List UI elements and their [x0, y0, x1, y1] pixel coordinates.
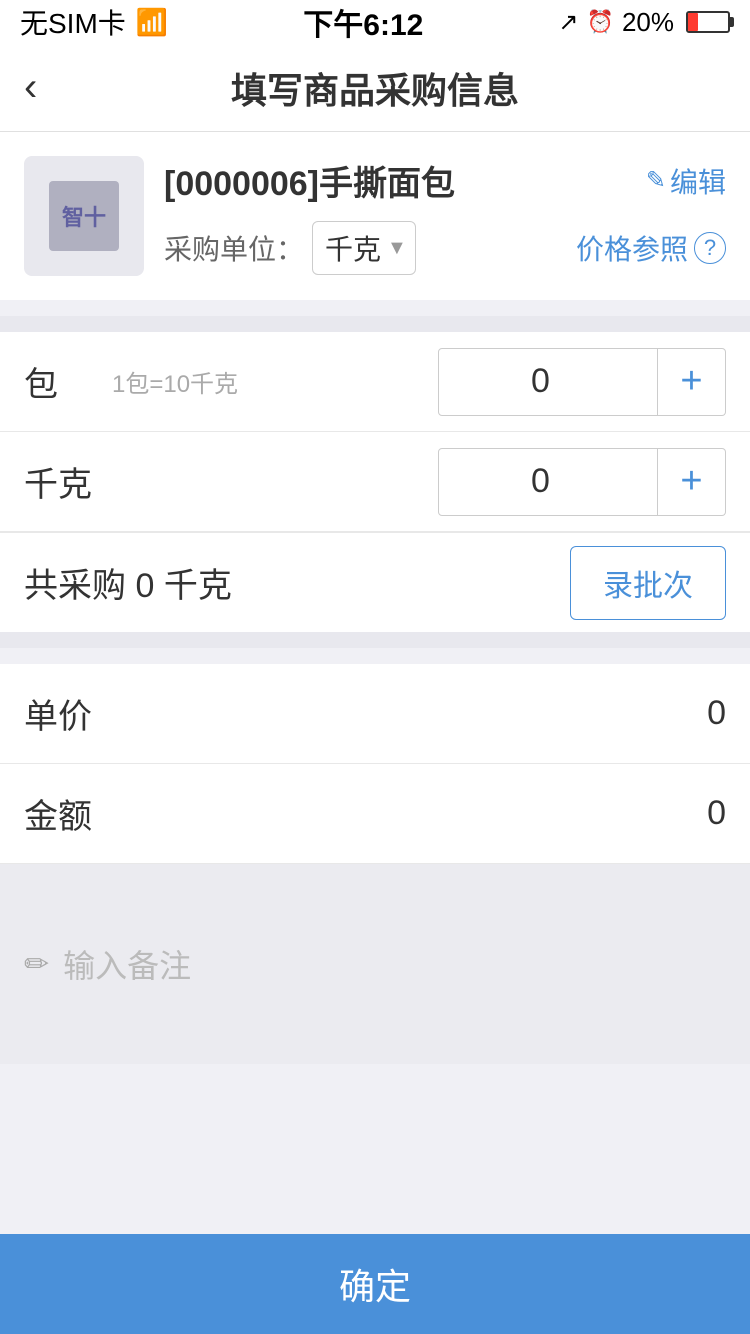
confirm-button[interactable]: 确定	[0, 1234, 750, 1334]
record-batch-button[interactable]: 录批次	[570, 546, 726, 620]
amount-label: 金额	[24, 789, 92, 838]
alarm-icon: ⏰	[587, 9, 614, 35]
status-time: 下午6:12	[303, 0, 423, 44]
kg-input-control: +	[438, 448, 726, 516]
total-text: 共采购 0 千克	[24, 558, 232, 607]
price-row: 单价 0	[0, 664, 750, 764]
unit-value: 千克	[325, 228, 381, 268]
product-thumb-text: 智十	[49, 181, 119, 251]
bag-plus-button[interactable]: +	[658, 348, 726, 416]
bag-sub-label: 1包=10千克	[112, 364, 438, 399]
unit-label: 采购单位：	[164, 228, 304, 268]
kg-input-row: 千克 +	[0, 432, 750, 532]
product-name-row: [0000006]手撕面包 ✎ 编辑	[164, 156, 726, 205]
page-title: 填写商品采购信息	[231, 62, 519, 114]
amount-row: 金额 0	[0, 764, 750, 864]
note-placeholder: 输入备注	[63, 941, 191, 987]
battery-percent: 20%	[622, 7, 674, 38]
pencil-icon: ✏	[24, 947, 49, 982]
status-right: ↗ ⏰ 20%	[558, 7, 730, 38]
unit-row: 采购单位： 千克 ▼ 价格参照 ?	[164, 221, 726, 275]
section-divider-1	[0, 316, 750, 332]
product-section: 智十 [0000006]手撕面包 ✎ 编辑 采购单位： 千克 ▼ 价格参照 ?	[0, 132, 750, 300]
amount-value: 0	[707, 794, 726, 833]
status-left: 无SIM卡 📶	[20, 2, 168, 42]
help-icon: ?	[694, 232, 726, 264]
bag-label: 包	[24, 357, 104, 406]
price-ref-button[interactable]: 价格参照 ?	[576, 228, 726, 268]
price-ref-label: 价格参照	[576, 228, 688, 268]
product-thumbnail: 智十	[24, 156, 144, 276]
section-divider-2	[0, 632, 750, 648]
edit-button[interactable]: ✎ 编辑	[646, 161, 726, 201]
bag-input-row: 包 1包=10千克 +	[0, 332, 750, 432]
product-name: [0000006]手撕面包	[164, 156, 455, 205]
total-row: 共采购 0 千克 录批次	[0, 532, 750, 632]
location-icon: ↗	[558, 8, 578, 37]
price-label: 单价	[24, 689, 92, 738]
battery-icon	[686, 11, 730, 33]
back-button[interactable]: ‹	[24, 65, 37, 110]
kg-label: 千克	[24, 457, 104, 506]
note-section[interactable]: ✏ 输入备注	[0, 864, 750, 1064]
product-info: [0000006]手撕面包 ✎ 编辑 采购单位： 千克 ▼ 价格参照 ?	[164, 156, 726, 275]
chevron-down-icon: ▼	[387, 237, 407, 260]
status-bar: 无SIM卡 📶 下午6:12 ↗ ⏰ 20%	[0, 0, 750, 44]
edit-label: 编辑	[670, 161, 726, 201]
content-spacer	[0, 1064, 750, 1164]
kg-plus-button[interactable]: +	[658, 448, 726, 516]
price-amount-section: 单价 0 金额 0	[0, 664, 750, 864]
input-section: 包 1包=10千克 + 千克 +	[0, 332, 750, 532]
unit-select-wrap[interactable]: 千克 ▼	[312, 221, 416, 275]
wifi-icon: 📶	[136, 7, 168, 38]
nav-bar: ‹ 填写商品采购信息	[0, 44, 750, 132]
price-value: 0	[707, 694, 726, 733]
kg-input[interactable]	[438, 448, 658, 516]
carrier-label: 无SIM卡	[20, 2, 126, 42]
confirm-bar: 确定	[0, 1234, 750, 1334]
edit-icon: ✎	[646, 166, 666, 195]
bag-input[interactable]	[438, 348, 658, 416]
bag-input-control: +	[438, 348, 726, 416]
